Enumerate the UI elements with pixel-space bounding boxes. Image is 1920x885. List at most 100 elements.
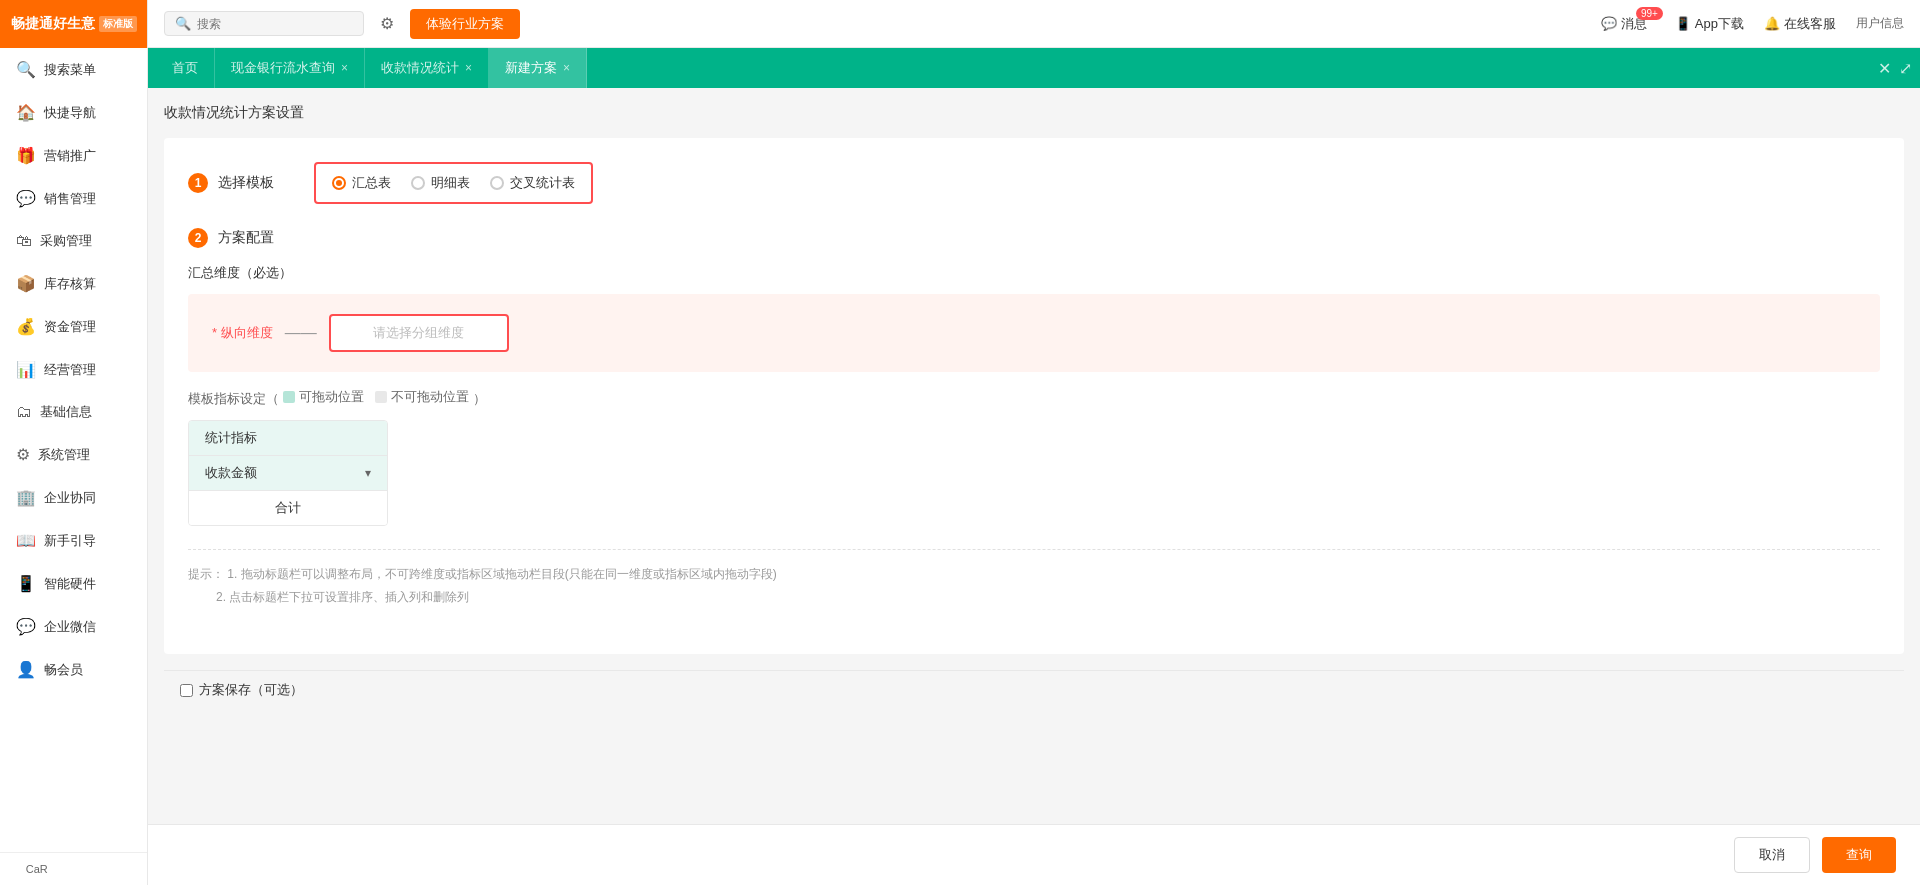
tab-bar-actions: ✕ ⤢ — [1878, 59, 1912, 78]
header-search-wrapper[interactable]: 🔍 — [164, 11, 364, 36]
stats-column-header[interactable]: 收款金额 ▾ — [189, 456, 387, 491]
window-close-icon[interactable]: ✕ — [1878, 59, 1891, 78]
sidebar-item-label: 智能硬件 — [44, 575, 96, 593]
cancel-button[interactable]: 取消 — [1734, 837, 1810, 873]
badge-count: 99+ — [1636, 7, 1663, 20]
message-badge[interactable]: 💬 消息 99+ — [1601, 15, 1655, 33]
search-input[interactable] — [197, 17, 337, 31]
tip-text-1: 1. 拖动标题栏可以调整布局，不可跨维度或指标区域拖动栏目段(只能在同一维度或指… — [227, 567, 776, 581]
column-label: 收款金额 — [205, 464, 257, 482]
save-checkbox-label[interactable]: 方案保存（可选） — [180, 681, 303, 699]
tip-item-2: 2. 点击标题栏下拉可设置排序、插入列和删除列 — [188, 589, 1880, 606]
radio-detail[interactable]: 明细表 — [411, 174, 470, 192]
stats-table-header: 统计指标 — [189, 421, 387, 456]
save-checkbox-text: 方案保存（可选） — [199, 681, 303, 699]
step2-number: 2 — [188, 228, 208, 248]
radio-summary[interactable]: 汇总表 — [332, 174, 391, 192]
sidebar-item-label: 新手引导 — [44, 532, 96, 550]
sidebar-logo: 畅捷通好生意 标准版 — [0, 0, 147, 48]
tab-bank-flow-label: 现金银行流水查询 — [231, 59, 335, 77]
sidebar-item-quick-nav[interactable]: 🏠 快捷导航 — [0, 91, 147, 134]
service-icon: 🔔 — [1764, 16, 1780, 31]
sidebar-item-inventory[interactable]: 📦 库存核算 — [0, 262, 147, 305]
sidebar-item-sales[interactable]: 💬 销售管理 — [0, 177, 147, 220]
online-service-link[interactable]: 🔔 在线客服 — [1764, 15, 1836, 33]
member-icon: 👤 — [16, 660, 36, 679]
sidebar-item-label: 销售管理 — [44, 190, 96, 208]
main-area: 🔍 ⚙ 体验行业方案 💬 消息 99+ 📱 App下载 🔔 在线客服 用户信息 … — [148, 0, 1920, 885]
tip-text-2: 2. 点击标题栏下拉可设置排序、插入列和删除列 — [216, 590, 469, 604]
sidebar-item-marketing[interactable]: 🎁 营销推广 — [0, 134, 147, 177]
query-button[interactable]: 查询 — [1822, 837, 1896, 873]
radio-summary-label: 汇总表 — [352, 174, 391, 192]
draggable-dot — [283, 391, 295, 403]
app-icon: 📱 — [1675, 16, 1691, 31]
sidebar-item-capital[interactable]: 💰 资金管理 — [0, 305, 147, 348]
tab-collection-stats-close[interactable]: × — [465, 61, 472, 75]
sidebar-item-label: 系统管理 — [38, 446, 90, 464]
page-footer: 方案保存（可选） — [164, 670, 1904, 709]
radio-cross[interactable]: 交叉统计表 — [490, 174, 575, 192]
metrics-label-text: 模板指标设定（ — [188, 391, 279, 406]
non-draggable-text: 不可拖动位置 — [391, 388, 469, 406]
sidebar-item-search-menu[interactable]: 🔍 搜索菜单 — [0, 48, 147, 91]
tab-home[interactable]: 首页 — [156, 48, 215, 88]
save-checkbox[interactable] — [180, 684, 193, 697]
version-tag: 标准版 — [99, 16, 137, 32]
basic-info-icon: 🗂 — [16, 403, 32, 421]
tab-collection-stats[interactable]: 收款情况统计 × — [365, 48, 489, 88]
bottom-actions: 取消 查询 — [148, 824, 1920, 885]
tips-section: 提示： 1. 拖动标题栏可以调整布局，不可跨维度或指标区域拖动栏目段(只能在同一… — [188, 549, 1880, 606]
logo-text: 畅捷通好生意 — [11, 15, 95, 33]
dropdown-icon[interactable]: ▾ — [365, 466, 371, 480]
message-icon: 💬 — [1601, 16, 1617, 31]
tab-collection-stats-label: 收款情况统计 — [381, 59, 459, 77]
tab-bank-flow[interactable]: 现金银行流水查询 × — [215, 48, 365, 88]
step1-header: 1 选择模板 汇总表 明细表 交叉统计表 — [188, 162, 1880, 204]
sidebar-item-label: 企业微信 — [44, 618, 96, 636]
tip-item-1: 提示： 1. 拖动标题栏可以调整布局，不可跨维度或指标区域拖动栏目段(只能在同一… — [188, 566, 1880, 583]
dimension-select[interactable]: 请选择分组维度 — [329, 314, 509, 352]
sidebar-item-guide[interactable]: 📖 新手引导 — [0, 519, 147, 562]
step1-title: 选择模板 — [218, 174, 274, 192]
operation-icon: 📊 — [16, 360, 36, 379]
app-download-label: App下载 — [1695, 15, 1744, 33]
sidebar-bottom: CaR — [0, 852, 147, 885]
sidebar-bottom-left[interactable]: CaR — [0, 853, 74, 885]
wechat-icon: 💬 — [16, 617, 36, 636]
sidebar: 畅捷通好生意 标准版 🔍 搜索菜单 🏠 快捷导航 🎁 营销推广 💬 销售管理 🛍… — [0, 0, 148, 885]
guide-icon: 📖 — [16, 531, 36, 550]
hardware-icon: 📱 — [16, 574, 36, 593]
tab-new-plan[interactable]: 新建方案 × — [489, 48, 587, 88]
sidebar-item-wechat[interactable]: 💬 企业微信 — [0, 605, 147, 648]
window-expand-icon[interactable]: ⤢ — [1899, 59, 1912, 78]
enterprise-icon: 🏢 — [16, 488, 36, 507]
stats-header-label: 统计指标 — [205, 429, 257, 447]
step1-number: 1 — [188, 173, 208, 193]
trial-button[interactable]: 体验行业方案 — [410, 9, 520, 39]
top-header: 🔍 ⚙ 体验行业方案 💬 消息 99+ 📱 App下载 🔔 在线客服 用户信息 — [148, 0, 1920, 48]
page-title: 收款情况统计方案设置 — [164, 104, 1904, 122]
radio-detail-label: 明细表 — [431, 174, 470, 192]
sidebar-item-hardware[interactable]: 📱 智能硬件 — [0, 562, 147, 605]
tab-bank-flow-close[interactable]: × — [341, 61, 348, 75]
purchase-icon: 🛍 — [16, 232, 32, 250]
sidebar-item-label: 营销推广 — [44, 147, 96, 165]
search-bar-icon: 🔍 — [175, 16, 191, 31]
dimension-row-label: 纵向维度 — [212, 324, 273, 342]
gear-icon[interactable]: ⚙ — [380, 14, 394, 33]
sidebar-item-operation[interactable]: 📊 经营管理 — [0, 348, 147, 391]
user-info[interactable]: 用户信息 — [1856, 15, 1904, 32]
stats-row-value: 合计 — [189, 491, 387, 525]
tab-new-plan-close[interactable]: × — [563, 61, 570, 75]
sidebar-item-purchase[interactable]: 🛍 采购管理 — [0, 220, 147, 262]
template-options-box: 汇总表 明细表 交叉统计表 — [314, 162, 593, 204]
page-content: 收款情况统计方案设置 1 选择模板 汇总表 明细表 — [148, 88, 1920, 824]
sidebar-item-member[interactable]: 👤 畅会员 — [0, 648, 147, 691]
sidebar-item-enterprise[interactable]: 🏢 企业协同 — [0, 476, 147, 519]
sidebar-item-basic-info[interactable]: 🗂 基础信息 — [0, 391, 147, 433]
sidebar-item-system[interactable]: ⚙ 系统管理 — [0, 433, 147, 476]
sidebar-bottom-right[interactable] — [74, 853, 148, 885]
app-download-link[interactable]: 📱 App下载 — [1675, 15, 1744, 33]
metrics-label: 模板指标设定（ 可拖动位置 不可拖动位置 ） — [188, 388, 1880, 408]
